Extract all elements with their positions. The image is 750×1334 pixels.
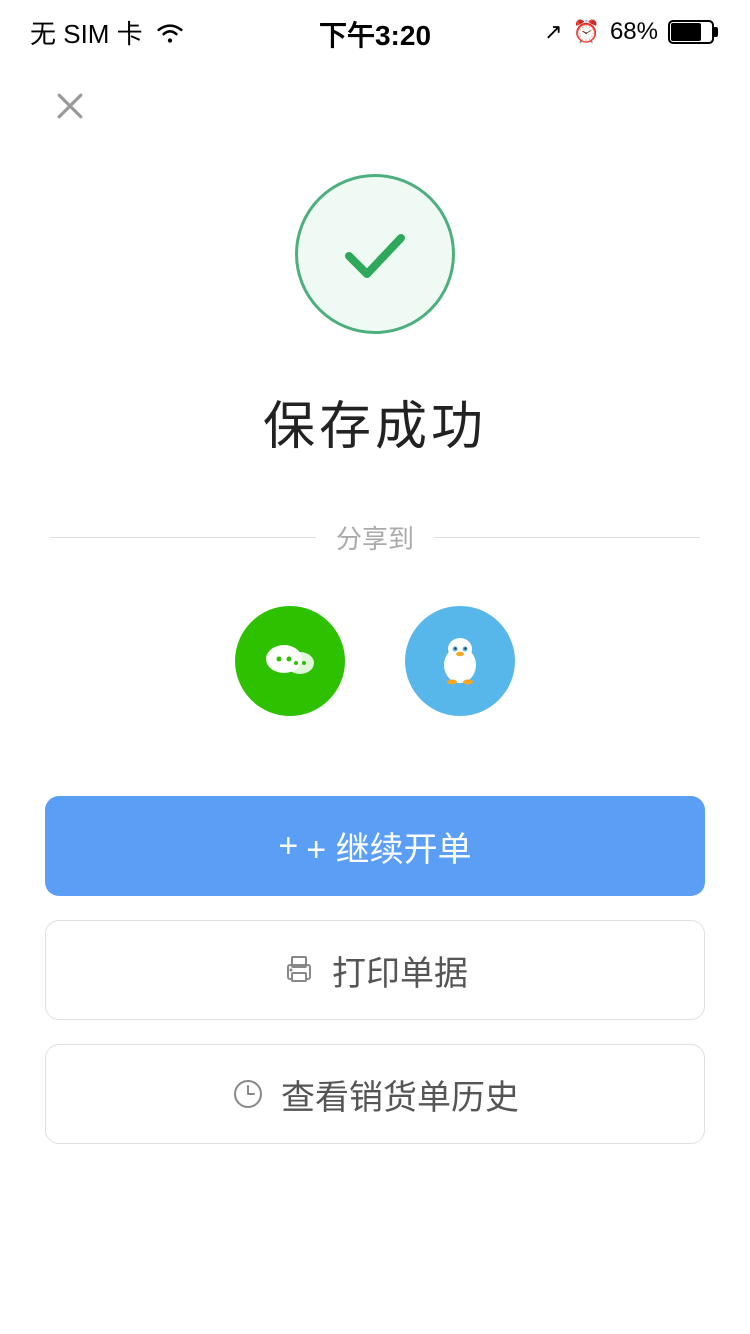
battery-pct: 68% — [610, 18, 658, 46]
share-label: 分享到 — [336, 519, 414, 556]
qq-icon — [428, 629, 492, 693]
share-icons-row — [235, 606, 515, 716]
continue-label: + 继续开单 — [306, 822, 471, 871]
alarm-icon: ⏰ — [573, 19, 600, 45]
battery-icon — [668, 19, 720, 45]
carrier-text: 无 SIM 卡 — [30, 14, 143, 51]
checkmark-icon — [335, 214, 415, 294]
continue-button[interactable]: + + 继续开单 — [45, 796, 705, 896]
divider-right — [434, 537, 700, 538]
share-section: 分享到 — [50, 519, 700, 716]
plus-icon: + — [278, 827, 298, 866]
wechat-icon — [258, 629, 322, 693]
success-title: 保存成功 — [263, 384, 487, 459]
close-button[interactable] — [40, 76, 100, 136]
status-left: 无 SIM 卡 — [30, 14, 187, 51]
main-content: 保存成功 分享到 — [0, 64, 750, 1144]
share-qq-button[interactable] — [405, 606, 515, 716]
wifi-icon — [153, 20, 187, 44]
history-label: 查看销货单历史 — [281, 1070, 519, 1119]
share-divider-row: 分享到 — [50, 519, 700, 556]
print-button[interactable]: 打印单据 — [45, 920, 705, 1020]
share-wechat-button[interactable] — [235, 606, 345, 716]
action-buttons: + + 继续开单 打印单据 查看销货单历史 — [45, 796, 705, 1144]
success-icon-circle — [295, 174, 455, 334]
history-button[interactable]: 查看销货单历史 — [45, 1044, 705, 1144]
print-label: 打印单据 — [332, 946, 468, 995]
print-icon — [282, 953, 316, 987]
status-time: 下午3:20 — [319, 14, 431, 54]
location-icon: ↗ — [544, 19, 562, 45]
status-right: ↗ ⏰ 68% — [544, 18, 720, 46]
divider-left — [50, 537, 316, 538]
status-bar: 无 SIM 卡 下午3:20 ↗ ⏰ 68% — [0, 0, 750, 64]
history-icon — [231, 1077, 265, 1111]
